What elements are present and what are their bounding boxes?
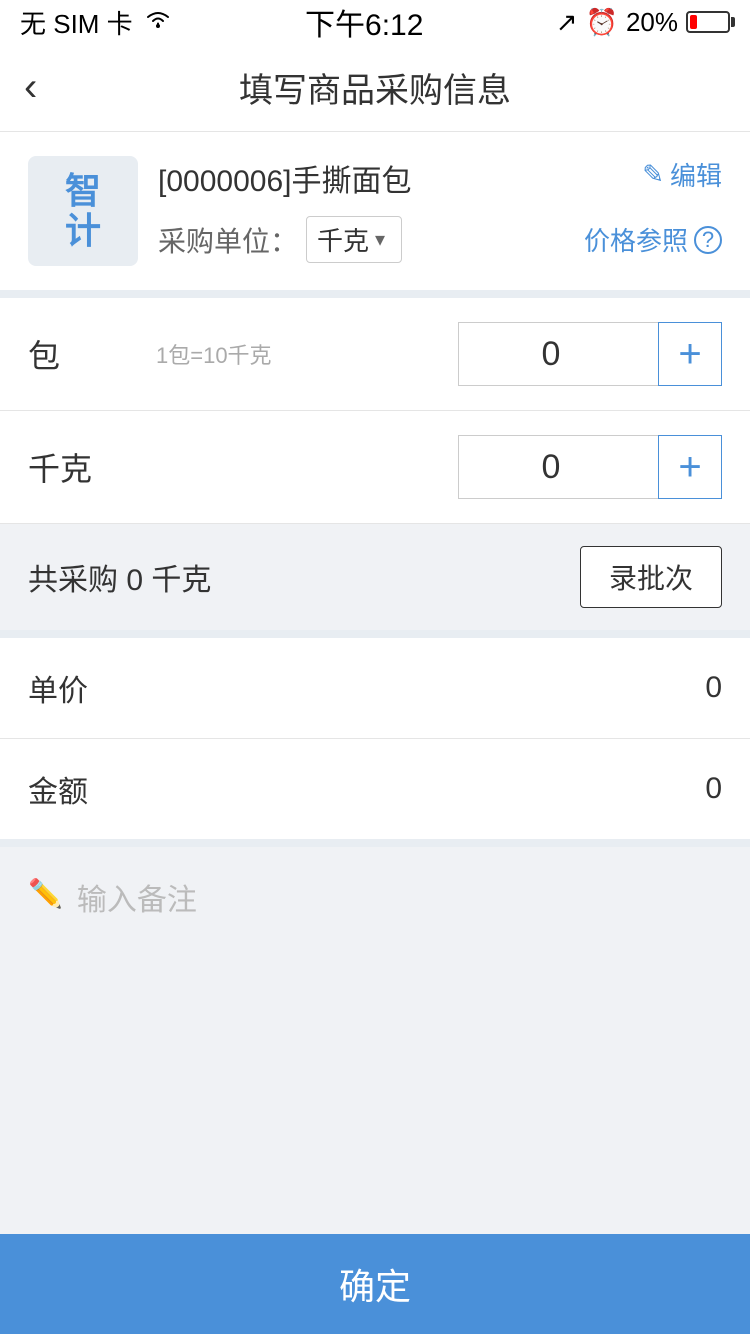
battery-icon [686,11,730,33]
bag-input[interactable] [458,322,658,386]
unit-price-label: 单价 [28,666,88,710]
price-section: 单价 0 金额 0 [0,638,750,847]
product-image: 智 计 [28,156,138,266]
product-info: [0000006]手撕面包 ✎ 编辑 采购单位： 千克 ▾ 价格参照 ? [158,156,722,263]
bag-plus-button[interactable]: + [658,322,722,386]
confirm-button[interactable]: 确定 [0,1234,750,1334]
unit-select[interactable]: 千克 ▾ [306,216,402,263]
location-icon: ↗ [556,7,578,38]
note-placeholder: 输入备注 [77,875,197,919]
price-ref-button[interactable]: 价格参照 ? [584,221,722,258]
status-bar: 无 SIM 卡 下午6:12 ↗ ⏰ 20% [0,0,750,44]
page-title: 填写商品采购信息 [239,63,511,112]
amount-value: 0 [705,772,722,806]
logo-text2: 计 [65,211,101,251]
bag-quantity-row: 包 1包=10千克 + [0,298,750,411]
kg-input[interactable] [458,435,658,499]
kg-plus-button[interactable]: + [658,435,722,499]
help-icon: ? [694,226,722,254]
carrier-text: 无 SIM 卡 [20,4,133,41]
product-card: 智 计 [0000006]手撕面包 ✎ 编辑 采购单位： 千克 ▾ 价格参照 [0,132,750,298]
nav-bar: ‹ 填写商品采购信息 [0,44,750,132]
logo-text1: 智 [65,171,101,211]
bag-input-group: + [458,322,722,386]
chevron-down-icon: ▾ [375,227,385,252]
product-unit-row: 采购单位： 千克 ▾ 价格参照 ? [158,216,722,263]
kg-quantity-row: 千克 + [0,411,750,523]
back-button[interactable]: ‹ [24,65,37,110]
unit-price-value: 0 [705,671,722,705]
bag-sublabel: 1包=10千克 [156,338,272,370]
kg-label: 千克 [28,444,148,490]
amount-row: 金额 0 [0,739,750,839]
summary-section: 共采购 0 千克 录批次 [0,524,750,638]
wifi-icon [143,7,173,38]
product-header: [0000006]手撕面包 ✎ 编辑 [158,156,722,200]
quantity-section: 包 1包=10千克 + 千克 + [0,298,750,524]
note-section[interactable]: ✏️ 输入备注 [0,847,750,1227]
product-name: [0000006]手撕面包 [158,156,411,200]
battery-percent: 20% [626,7,678,38]
batch-button[interactable]: 录批次 [580,546,722,608]
status-left: 无 SIM 卡 [20,4,173,41]
unit-label: 采购单位： [158,220,298,260]
pencil-icon: ✏️ [28,877,63,910]
edit-icon: ✎ [642,159,664,190]
alarm-icon: ⏰ [586,7,618,38]
battery-fill [690,15,697,29]
unit-price-row: 单价 0 [0,638,750,739]
status-time: 下午6:12 [305,0,423,44]
status-right: ↗ ⏰ 20% [556,7,730,38]
kg-input-group: + [458,435,722,499]
edit-button[interactable]: ✎ 编辑 [642,156,722,193]
summary-text: 共采购 0 千克 [28,555,211,599]
amount-label: 金额 [28,767,88,811]
bag-label: 包 [28,331,148,377]
summary-row: 共采购 0 千克 录批次 [0,524,750,630]
